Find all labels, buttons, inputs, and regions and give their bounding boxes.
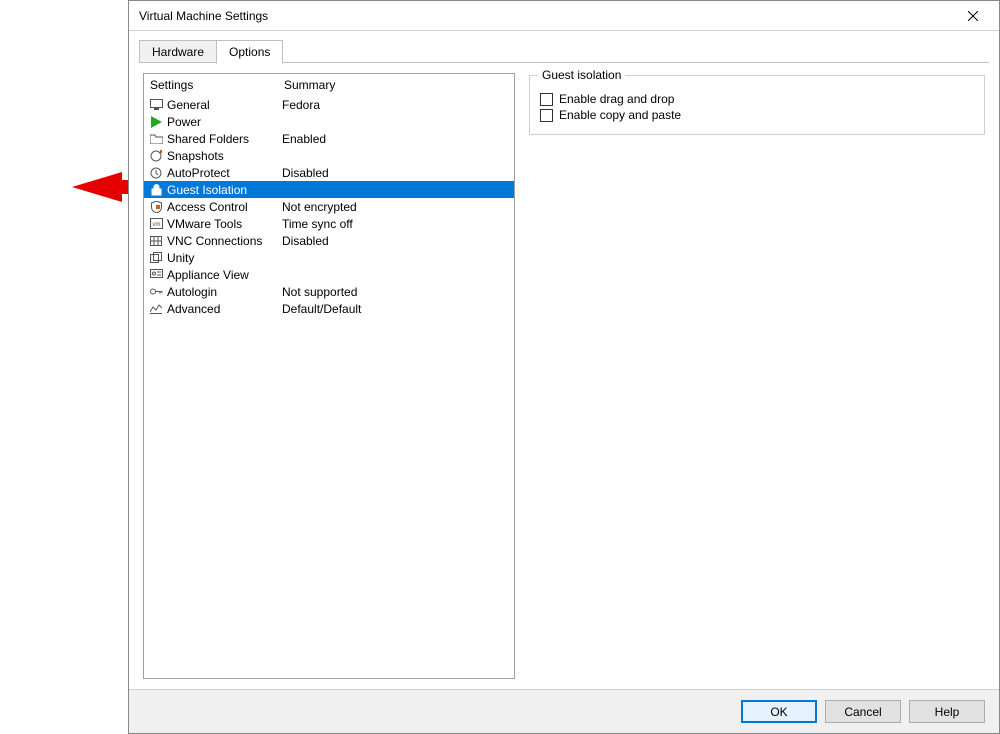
col-header-settings: Settings <box>150 78 284 92</box>
settings-list-body: GeneralFedoraPowerShared FoldersEnabledS… <box>144 96 514 678</box>
checkbox-box-icon <box>540 109 553 122</box>
windows-icon <box>148 251 164 265</box>
settings-row-shared-folders[interactable]: Shared FoldersEnabled <box>144 130 514 147</box>
lock-icon <box>148 183 164 197</box>
close-icon <box>968 11 978 21</box>
settings-row-unity[interactable]: Unity <box>144 249 514 266</box>
settings-row-name: Power <box>167 115 282 129</box>
settings-row-name: Shared Folders <box>167 132 282 146</box>
detail-pane: Guest isolation Enable drag and dropEnab… <box>529 73 985 679</box>
key-icon <box>148 285 164 299</box>
settings-list-header: Settings Summary <box>144 74 514 96</box>
settings-row-name: VMware Tools <box>167 217 282 231</box>
settings-row-summary: Not encrypted <box>282 200 510 214</box>
settings-row-name: Unity <box>167 251 282 265</box>
settings-row-summary: Default/Default <box>282 302 510 316</box>
settings-row-name: Snapshots <box>167 149 282 163</box>
settings-row-general[interactable]: GeneralFedora <box>144 96 514 113</box>
folder-icon <box>148 132 164 146</box>
settings-list: Settings Summary GeneralFedoraPowerShare… <box>143 73 515 679</box>
settings-row-guest-isolation[interactable]: Guest Isolation <box>144 181 514 198</box>
snapshot-icon <box>148 149 164 163</box>
col-header-summary: Summary <box>284 78 335 92</box>
settings-row-vnc-connections[interactable]: VNC ConnectionsDisabled <box>144 232 514 249</box>
close-button[interactable] <box>953 2 993 30</box>
checkbox-box-icon <box>540 93 553 106</box>
checkbox-enable-drag-and-drop[interactable]: Enable drag and drop <box>540 92 974 106</box>
settings-row-name: Access Control <box>167 200 282 214</box>
settings-row-summary: Disabled <box>282 166 510 180</box>
tab-bar: Hardware Options <box>129 31 999 63</box>
dialog-footer: OK Cancel Help <box>129 689 999 733</box>
settings-row-name: General <box>167 98 282 112</box>
settings-row-autoprotect[interactable]: AutoProtectDisabled <box>144 164 514 181</box>
settings-row-appliance-view[interactable]: Appliance View <box>144 266 514 283</box>
settings-row-name: VNC Connections <box>167 234 282 248</box>
tab-options[interactable]: Options <box>216 40 283 64</box>
settings-row-summary: Enabled <box>282 132 510 146</box>
shield-icon <box>148 200 164 214</box>
settings-row-name: Autologin <box>167 285 282 299</box>
monitor-icon <box>148 98 164 112</box>
clock-icon <box>148 166 164 180</box>
settings-row-name: Appliance View <box>167 268 282 282</box>
settings-row-summary: Not supported <box>282 285 510 299</box>
settings-row-advanced[interactable]: AdvancedDefault/Default <box>144 300 514 317</box>
settings-row-power[interactable]: Power <box>144 113 514 130</box>
content-area: Settings Summary GeneralFedoraPowerShare… <box>129 63 999 689</box>
checkbox-enable-copy-and-paste[interactable]: Enable copy and paste <box>540 108 974 122</box>
chart-icon <box>148 302 164 316</box>
svg-text:vm: vm <box>152 222 160 228</box>
settings-row-name: Guest Isolation <box>167 183 282 197</box>
cancel-button[interactable]: Cancel <box>825 700 901 723</box>
vm-settings-dialog: Virtual Machine Settings Hardware Option… <box>128 0 1000 734</box>
titlebar: Virtual Machine Settings <box>129 1 999 31</box>
settings-row-name: AutoProtect <box>167 166 282 180</box>
groupbox-title: Guest isolation <box>538 68 625 82</box>
settings-row-name: Advanced <box>167 302 282 316</box>
ok-button[interactable]: OK <box>741 700 817 723</box>
help-button[interactable]: Help <box>909 700 985 723</box>
checkbox-label: Enable copy and paste <box>559 108 681 122</box>
settings-row-summary: Fedora <box>282 98 510 112</box>
guest-isolation-group: Guest isolation Enable drag and dropEnab… <box>529 75 985 135</box>
settings-row-access-control[interactable]: Access ControlNot encrypted <box>144 198 514 215</box>
settings-row-summary: Time sync off <box>282 217 510 231</box>
settings-row-snapshots[interactable]: Snapshots <box>144 147 514 164</box>
settings-row-autologin[interactable]: AutologinNot supported <box>144 283 514 300</box>
settings-row-vmware-tools[interactable]: vm VMware ToolsTime sync off <box>144 215 514 232</box>
checkbox-label: Enable drag and drop <box>559 92 674 106</box>
settings-row-summary: Disabled <box>282 234 510 248</box>
play-icon <box>148 115 164 129</box>
window-title: Virtual Machine Settings <box>139 9 953 23</box>
grid-icon <box>148 234 164 248</box>
tab-hardware[interactable]: Hardware <box>139 40 217 63</box>
vm-icon: vm <box>148 217 164 231</box>
appliance-icon <box>148 268 164 282</box>
